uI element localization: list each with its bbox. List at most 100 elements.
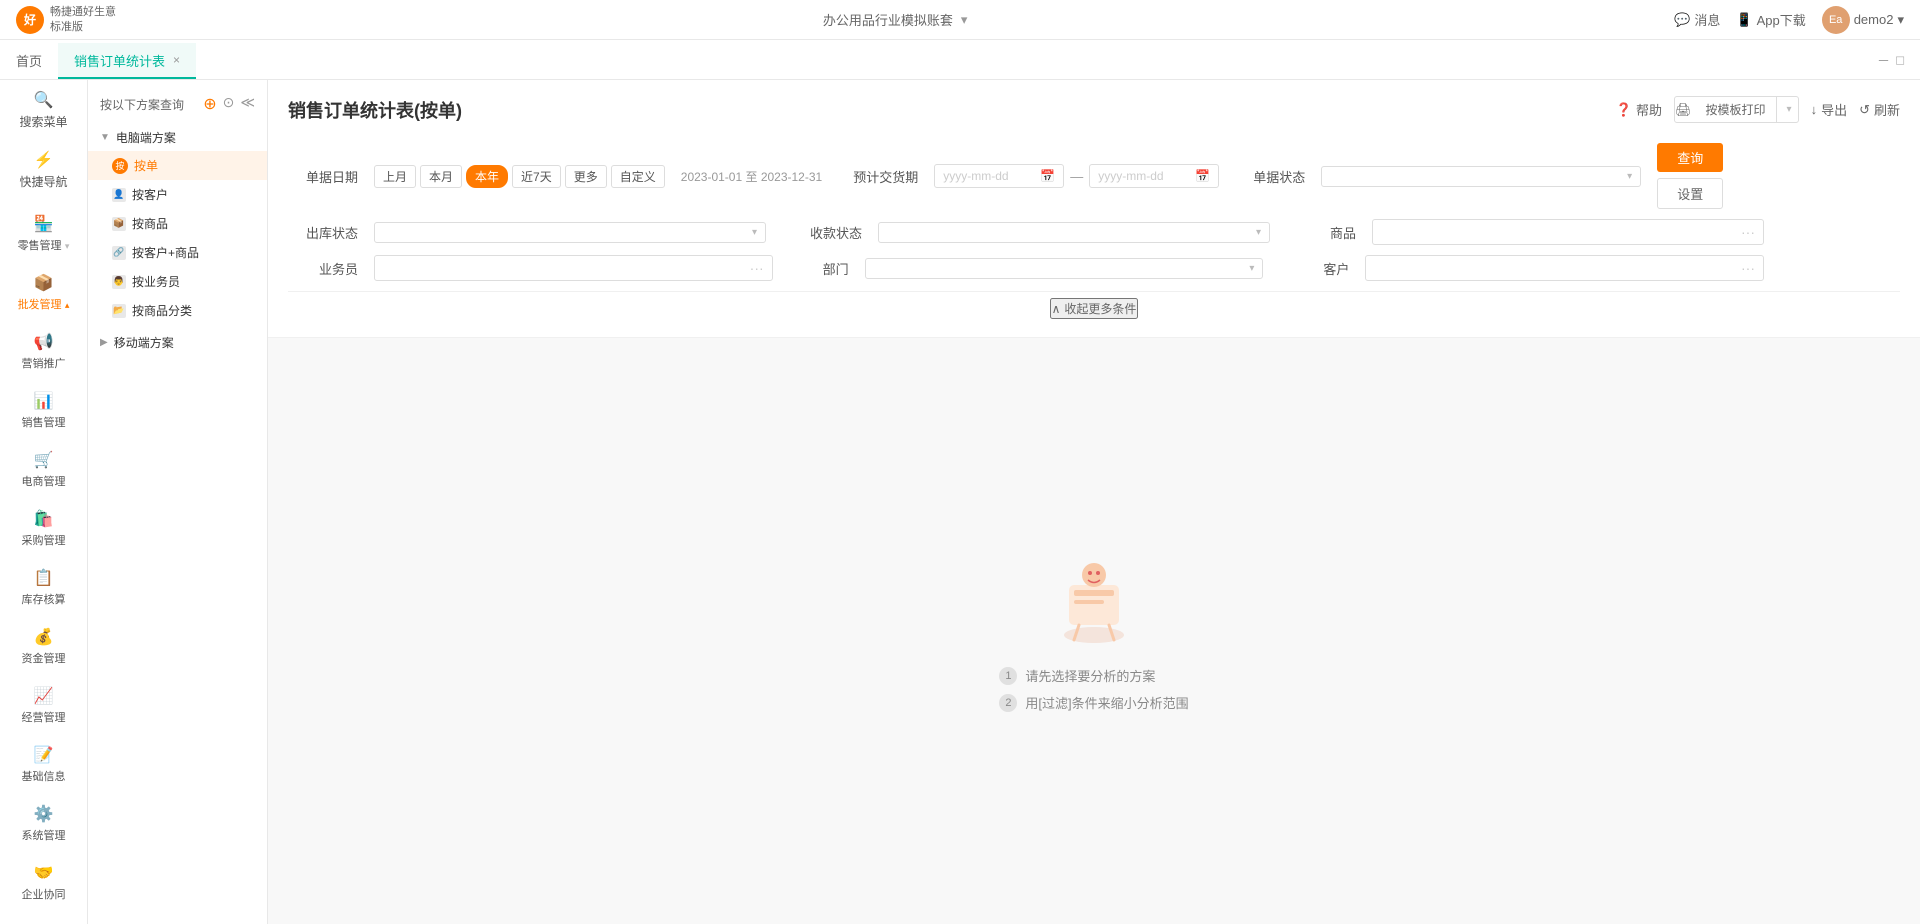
tabbar: 首页 销售订单统计表 × ─ □ <box>0 40 1920 80</box>
customer-select[interactable]: ··· <box>1365 255 1764 281</box>
date-btn-this-month[interactable]: 本月 <box>420 165 462 188</box>
salesperson-select[interactable]: ··· <box>374 255 773 281</box>
date-separator: — <box>1070 169 1083 184</box>
status-select[interactable]: ▾ <box>1321 166 1641 187</box>
sidebar: 🔍 搜索菜单 ⚡ 快捷导航 🏪 零售管理 ▾ 📦 批发管理 ▴ 📢 营销推广 📊… <box>0 80 88 924</box>
collapse-arrow-icon: ∧ <box>1052 302 1061 316</box>
sidebar-item-enterprise[interactable]: 🤝 企业协同 <box>0 853 87 912</box>
export-btn[interactable]: ↓ 导出 <box>1811 100 1848 119</box>
sidebar-item-sales[interactable]: 📊 销售管理 <box>0 381 87 440</box>
expected-date-end[interactable]: yyyy-mm-dd 📅 <box>1089 164 1219 188</box>
scheme-icon-salesperson: 👨 <box>112 275 126 289</box>
app-icon: 📱 <box>1736 12 1752 28</box>
avatar: Ea <box>1822 6 1850 34</box>
expected-date-start[interactable]: yyyy-mm-dd 📅 <box>934 164 1064 188</box>
tree-child-by-goods[interactable]: 📦 按商品 <box>88 209 267 238</box>
maximize-icon[interactable]: □ <box>1896 52 1904 67</box>
expected-date-inputs: yyyy-mm-dd 📅 — yyyy-mm-dd 📅 <box>934 164 1219 188</box>
page-title: 销售订单统计表(按单) <box>288 97 462 123</box>
main-layout: 🔍 搜索菜单 ⚡ 快捷导航 🏪 零售管理 ▾ 📦 批发管理 ▴ 📢 营销推广 📊… <box>0 80 1920 924</box>
active-scheme-icon: 按 <box>112 158 128 174</box>
sidebar-item-retail[interactable]: 🏪 零售管理 ▾ <box>0 204 87 263</box>
left-panel-actions: ⊕ ⊙ ≪ <box>203 94 255 114</box>
help-btn[interactable]: ❓ 帮助 <box>1616 100 1662 119</box>
template-print-btn[interactable]: 🖨 按模板打印 ▾ <box>1674 96 1799 123</box>
tree-child-by-customer-goods[interactable]: 🔗 按客户+商品 <box>88 238 267 267</box>
message-icon: 💬 <box>1674 12 1690 28</box>
logo-text: 畅捷通好生意 标准版 <box>50 5 116 34</box>
filter-row-3: 业务员 ··· 部门 ▾ 客户 ··· <box>288 255 1900 281</box>
minimize-icon[interactable]: ─ <box>1879 52 1888 67</box>
dropdown-arrow-icon[interactable]: ▾ <box>961 12 968 28</box>
sidebar-item-quick-nav[interactable]: ⚡ 快捷导航 <box>0 140 87 200</box>
collapse-btn[interactable]: ∧ 收起更多条件 <box>1050 298 1139 319</box>
date-btn-this-year[interactable]: 本年 <box>466 165 508 188</box>
sidebar-item-finance[interactable]: 💰 资金管理 <box>0 617 87 676</box>
payment-status-select[interactable]: ▾ <box>878 222 1270 243</box>
salesperson-dots-icon[interactable]: ··· <box>750 260 764 276</box>
goods-select[interactable]: ··· <box>1372 219 1764 245</box>
sidebar-item-system[interactable]: ⚙️ 系统管理 <box>0 794 87 853</box>
calendar-end-icon[interactable]: 📅 <box>1195 169 1210 183</box>
filter-row-2: 出库状态 ▾ 收款状态 ▾ 商品 ··· <box>288 219 1900 245</box>
operations-icon: 📈 <box>0 686 87 706</box>
department-select[interactable]: ▾ <box>865 258 1264 279</box>
wholesale-icon: 📦 <box>0 273 87 293</box>
tree-child-by-order[interactable]: 按 按单 <box>88 151 267 180</box>
sidebar-item-search[interactable]: 🔍 搜索菜单 <box>0 80 87 140</box>
empty-state: 1 请先选择要分析的方案 2 用[过滤]条件来缩小分析范围 <box>268 338 1920 924</box>
logo-icon: 好 <box>16 6 44 34</box>
tree-section-mobile: ▶ 移动端方案 <box>88 329 267 356</box>
app-download-btn[interactable]: 📱 App下载 <box>1736 10 1805 29</box>
user-menu[interactable]: Ea demo2 ▾ <box>1822 6 1904 34</box>
date-btn-7days[interactable]: 近7天 <box>512 165 561 188</box>
chevron-down-icon: ▾ <box>65 241 70 251</box>
tree-expand-arrow-icon: ▼ <box>100 132 110 143</box>
sidebar-item-marketing[interactable]: 📢 营销推广 <box>0 322 87 381</box>
page-actions: ❓ 帮助 🖨 按模板打印 ▾ ↓ 导出 ↺ 刷新 <box>1616 96 1900 123</box>
date-btn-last-month[interactable]: 上月 <box>374 165 416 188</box>
collapse-panel-icon[interactable]: ≪ <box>240 94 255 114</box>
scheme-icon-customer: 👤 <box>112 188 126 202</box>
print-dropdown-arrow-icon[interactable]: ▾ <box>1781 100 1798 119</box>
tree-child-by-customer[interactable]: 👤 按客户 <box>88 180 267 209</box>
sidebar-item-basics[interactable]: 📝 基础信息 <box>0 735 87 794</box>
topbar: 好 畅捷通好生意 标准版 办公用品行业模拟账套 ▾ 💬 消息 📱 App下载 E… <box>0 0 1920 40</box>
tree-parent-mobile[interactable]: ▶ 移动端方案 <box>88 329 267 356</box>
empty-step-1: 1 请先选择要分析的方案 <box>999 666 1188 685</box>
company-name: 办公用品行业模拟账套 ▾ <box>823 10 968 29</box>
expand-icon: ▴ <box>65 300 70 310</box>
user-dropdown-arrow-icon: ▾ <box>1897 12 1904 28</box>
customer-dots-icon[interactable]: ··· <box>1741 260 1755 276</box>
goods-label: 商品 <box>1286 223 1356 242</box>
scheme-settings-icon[interactable]: ⊙ <box>223 94 235 114</box>
sidebar-item-operations[interactable]: 📈 经营管理 <box>0 676 87 735</box>
tree-parent-pc[interactable]: ▼ 电脑端方案 <box>88 124 267 151</box>
delivery-status-select[interactable]: ▾ <box>374 222 766 243</box>
refresh-btn[interactable]: ↺ 刷新 <box>1859 100 1900 119</box>
goods-dots-icon[interactable]: ··· <box>1741 224 1755 240</box>
sidebar-item-ecommerce[interactable]: 🛒 电商管理 <box>0 440 87 499</box>
sidebar-item-purchase[interactable]: 🛍️ 采购管理 <box>0 499 87 558</box>
tree-child-by-category[interactable]: 📂 按商品分类 <box>88 296 267 325</box>
sidebar-item-wholesale[interactable]: 📦 批发管理 ▴ <box>0 263 87 322</box>
tab-home[interactable]: 首页 <box>0 43 58 79</box>
search-btn[interactable]: 查询 <box>1657 143 1723 172</box>
collapse-row: ∧ 收起更多条件 <box>288 291 1900 325</box>
sidebar-item-inventory[interactable]: 📋 库存核算 <box>0 558 87 617</box>
date-btn-more[interactable]: 更多 <box>565 165 607 188</box>
tab-close-icon[interactable]: × <box>173 53 180 67</box>
customer-label: 客户 <box>1279 259 1349 278</box>
add-scheme-icon[interactable]: ⊕ <box>203 94 216 114</box>
messages-btn[interactable]: 💬 消息 <box>1674 10 1720 29</box>
payment-status-label: 收款状态 <box>782 223 862 242</box>
date-btn-custom[interactable]: 自定义 <box>611 165 665 188</box>
tab-sales-order-stats[interactable]: 销售订单统计表 × <box>58 43 196 79</box>
delivery-status-label: 出库状态 <box>288 223 358 242</box>
sidebar-item-newbie[interactable]: 🎓 新手引导 <box>0 912 87 924</box>
step-1-num: 1 <box>999 667 1017 685</box>
reset-btn[interactable]: 设置 <box>1657 178 1723 209</box>
calendar-start-icon[interactable]: 📅 <box>1040 169 1055 183</box>
tree-child-by-salesperson[interactable]: 👨 按业务员 <box>88 267 267 296</box>
tree-collapse-arrow-icon: ▶ <box>100 337 108 348</box>
